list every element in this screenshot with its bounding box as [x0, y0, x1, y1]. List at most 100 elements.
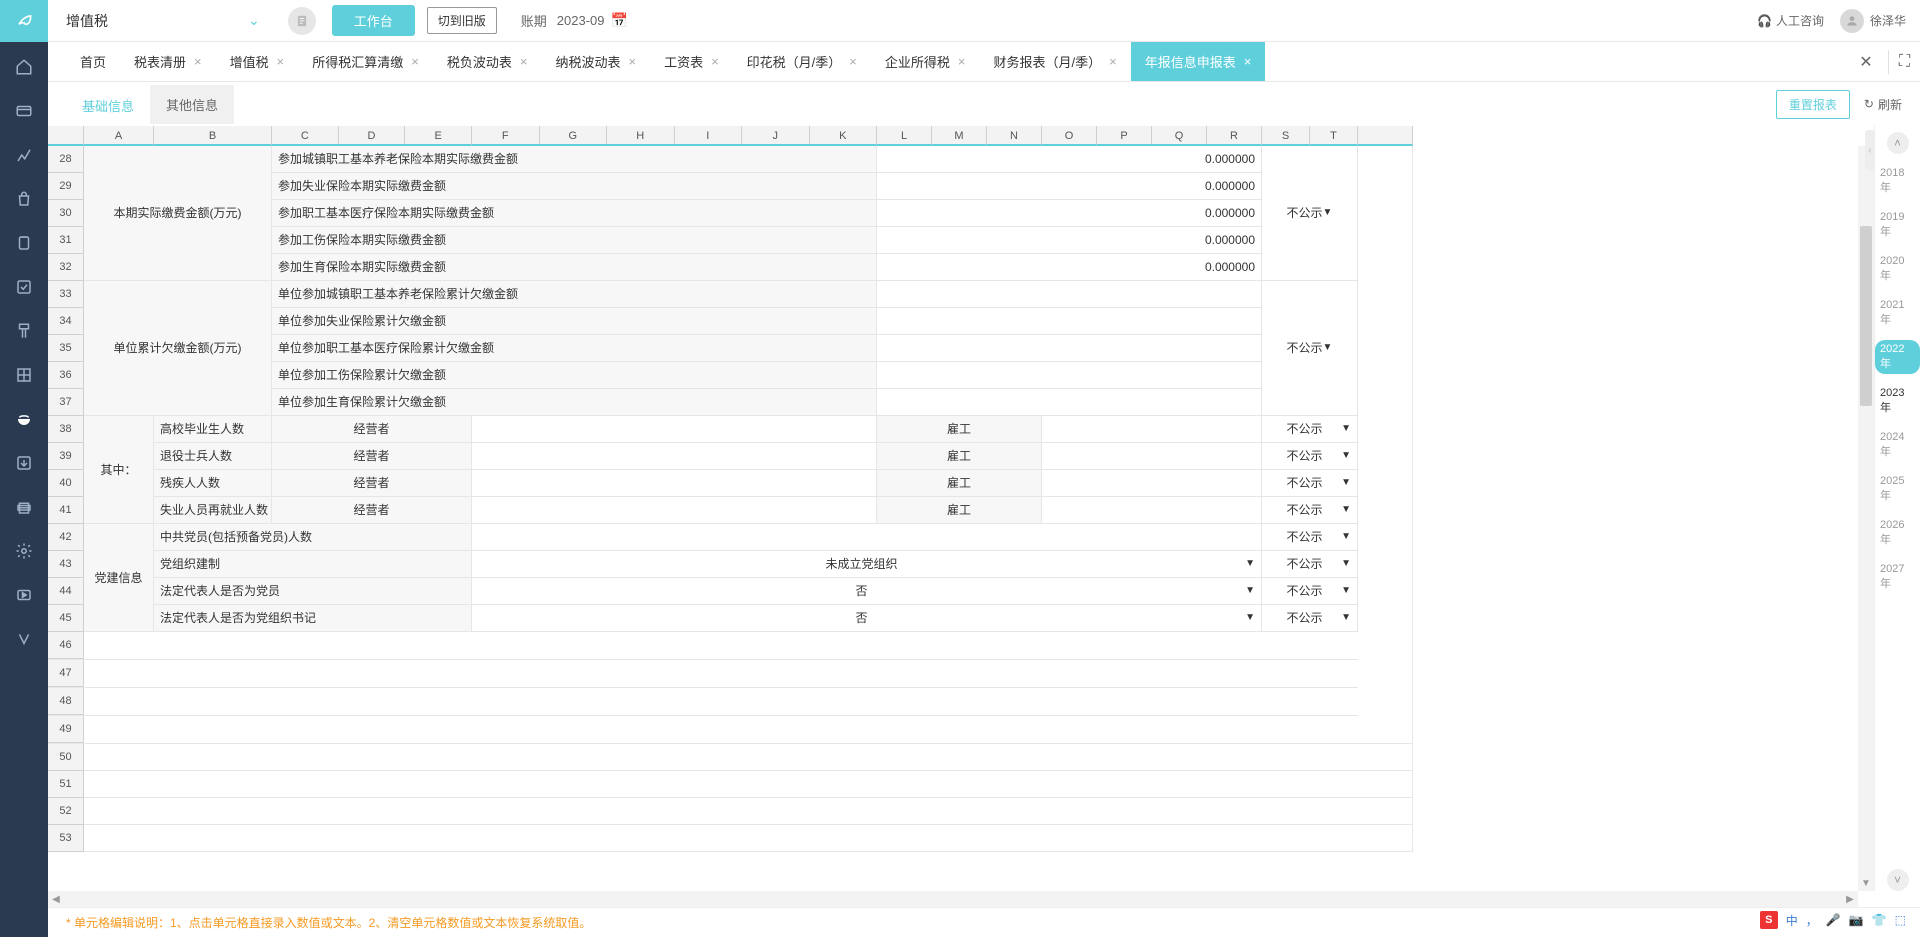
publish-cell[interactable]: 不公示▼ — [1262, 524, 1358, 551]
cell-value[interactable]: 0.000000 — [877, 173, 1262, 200]
row-head[interactable]: 28 — [48, 146, 84, 173]
publish-cell[interactable]: 不公示▼ — [1262, 605, 1358, 632]
cell-label[interactable]: 法定代表人是否为党员 — [154, 578, 472, 605]
cell-value[interactable]: 0.000000 — [877, 254, 1262, 281]
publish-cell[interactable]: 不公示▼ — [1262, 551, 1358, 578]
row-head[interactable]: 32 — [48, 254, 84, 281]
nav-bag-icon[interactable] — [13, 188, 35, 210]
row-head[interactable]: 31 — [48, 227, 84, 254]
avatar[interactable] — [1840, 9, 1864, 33]
rail-down-button[interactable]: ˅ — [1887, 869, 1909, 891]
scrollbar-track[interactable] — [64, 894, 1842, 904]
col-head[interactable]: O — [1042, 126, 1097, 146]
close-icon[interactable]: × — [958, 54, 966, 69]
publish-cell[interactable]: 不公示▼ — [1262, 443, 1358, 470]
col-head[interactable]: N — [987, 126, 1042, 146]
cell-label[interactable]: 失业人员再就业人数 — [154, 497, 272, 524]
workbench-button[interactable]: 工作台 — [332, 5, 415, 36]
cell-role[interactable]: 经营者 — [272, 497, 472, 524]
cell-value[interactable] — [877, 389, 1262, 416]
vertical-scrollbar[interactable]: ▼ — [1858, 146, 1874, 891]
row-head[interactable]: 44 — [48, 578, 84, 605]
publish-cell[interactable]: 不公示▼ — [1262, 497, 1358, 524]
cell-value[interactable] — [472, 470, 877, 497]
close-icon[interactable]: × — [520, 54, 528, 69]
row-head[interactable]: 39 — [48, 443, 84, 470]
reset-report-button[interactable]: 重置报表 — [1776, 90, 1850, 119]
publish-cell[interactable]: 不公示▼ — [1262, 146, 1358, 281]
close-icon[interactable]: × — [628, 54, 636, 69]
row-head[interactable]: 42 — [48, 524, 84, 551]
cell-role[interactable]: 雇工 — [877, 470, 1042, 497]
tab-工资表[interactable]: 工资表× — [650, 42, 733, 81]
cell-value[interactable] — [877, 362, 1262, 389]
cell-value[interactable] — [877, 335, 1262, 362]
tab-增值税[interactable]: 增值税× — [216, 42, 299, 81]
refresh-button[interactable]: ↻ 刷新 — [1864, 96, 1902, 113]
row-head[interactable]: 48 — [48, 688, 84, 715]
cell-value-dropdown[interactable]: 否▼ — [472, 605, 1262, 632]
col-head[interactable]: L — [877, 126, 932, 146]
row-head[interactable]: 35 — [48, 335, 84, 362]
cell-label[interactable]: 参加职工基本医疗保险本期实际缴费金额 — [272, 200, 877, 227]
nav-print-icon[interactable] — [13, 496, 35, 518]
nav-clipboard-icon[interactable] — [13, 232, 35, 254]
empty-row[interactable] — [48, 715, 1358, 716]
publish-cell[interactable]: 不公示▼ — [1262, 578, 1358, 605]
close-icon[interactable]: × — [277, 54, 285, 69]
tab-印花税（月/季）[interactable]: 印花税（月/季）× — [733, 42, 871, 81]
publish-cell[interactable]: 不公示▼ — [1262, 416, 1358, 443]
cell-role[interactable]: 雇工 — [877, 443, 1042, 470]
help-link[interactable]: 🎧 人工咨询 — [1757, 12, 1824, 29]
scroll-right-icon[interactable]: ▶ — [1842, 894, 1858, 905]
ime-grid-icon[interactable]: ⬚ — [1895, 913, 1906, 927]
row-head[interactable]: 34 — [48, 308, 84, 335]
ime-keyboard-icon[interactable]: 📷 — [1849, 913, 1864, 927]
empty-row[interactable] — [84, 825, 1413, 852]
cell-value[interactable] — [1042, 416, 1262, 443]
tab-纳税波动表[interactable]: 纳税波动表× — [541, 42, 650, 81]
year-chip[interactable]: 2026年 — [1875, 516, 1920, 550]
row-head[interactable]: 29 — [48, 173, 84, 200]
row-head[interactable]: 47 — [48, 660, 84, 687]
year-chip[interactable]: 2019年 — [1875, 208, 1920, 242]
nav-check-icon[interactable] — [13, 276, 35, 298]
row-head[interactable]: 33 — [48, 281, 84, 308]
nav-bowl-icon[interactable] — [13, 408, 35, 430]
subtab-other[interactable]: 其他信息 — [150, 85, 234, 124]
row-head[interactable]: 30 — [48, 200, 84, 227]
nav-card-icon[interactable] — [13, 100, 35, 122]
cell-label[interactable]: 党组织建制 — [154, 551, 472, 578]
cell-value[interactable] — [472, 416, 877, 443]
row-head[interactable]: 51 — [48, 771, 84, 798]
rail-collapse-handle[interactable]: ‹ — [1865, 130, 1875, 170]
module-dropdown[interactable]: 增值税 ⌄ — [48, 11, 278, 31]
cell-label[interactable]: 参加失业保险本期实际缴费金额 — [272, 173, 877, 200]
col-head[interactable]: T — [1310, 126, 1358, 146]
doc-icon-button[interactable] — [288, 7, 316, 35]
ime-item[interactable]: 中 — [1786, 912, 1798, 929]
cell-value[interactable] — [877, 281, 1262, 308]
cell-label[interactable]: 单位参加工伤保险累计欠缴金额 — [272, 362, 877, 389]
row-head[interactable]: 52 — [48, 798, 84, 825]
cell-label[interactable]: 法定代表人是否为党组织书记 — [154, 605, 472, 632]
close-icon[interactable]: × — [849, 54, 857, 69]
ime-item[interactable]: ， — [1806, 912, 1818, 929]
close-icon[interactable]: × — [711, 54, 719, 69]
cell-value-dropdown[interactable]: 未成立党组织▼ — [472, 551, 1262, 578]
publish-cell[interactable]: 不公示▼ — [1262, 470, 1358, 497]
sheet-scroll[interactable]: A B C D E F G H I J K — [48, 126, 1858, 891]
year-chip[interactable]: 2021年 — [1875, 296, 1920, 330]
col-head-PQ[interactable]: P Q R — [1097, 126, 1262, 146]
nav-settings-icon[interactable] — [13, 540, 35, 562]
col-head[interactable]: A — [84, 126, 154, 146]
tab-年报信息申报表[interactable]: 年报信息申报表× — [1131, 42, 1266, 81]
col-head[interactable]: B — [154, 126, 272, 146]
row-head[interactable]: 43 — [48, 551, 84, 578]
nav-chart-icon[interactable] — [13, 144, 35, 166]
cell-label[interactable]: 单位参加职工基本医疗保险累计欠缴金额 — [272, 335, 877, 362]
cell-value[interactable] — [877, 308, 1262, 335]
calendar-icon[interactable]: 📅 — [611, 12, 628, 29]
year-chip[interactable]: 2018年 — [1875, 164, 1920, 198]
close-icon[interactable]: × — [1109, 54, 1117, 69]
